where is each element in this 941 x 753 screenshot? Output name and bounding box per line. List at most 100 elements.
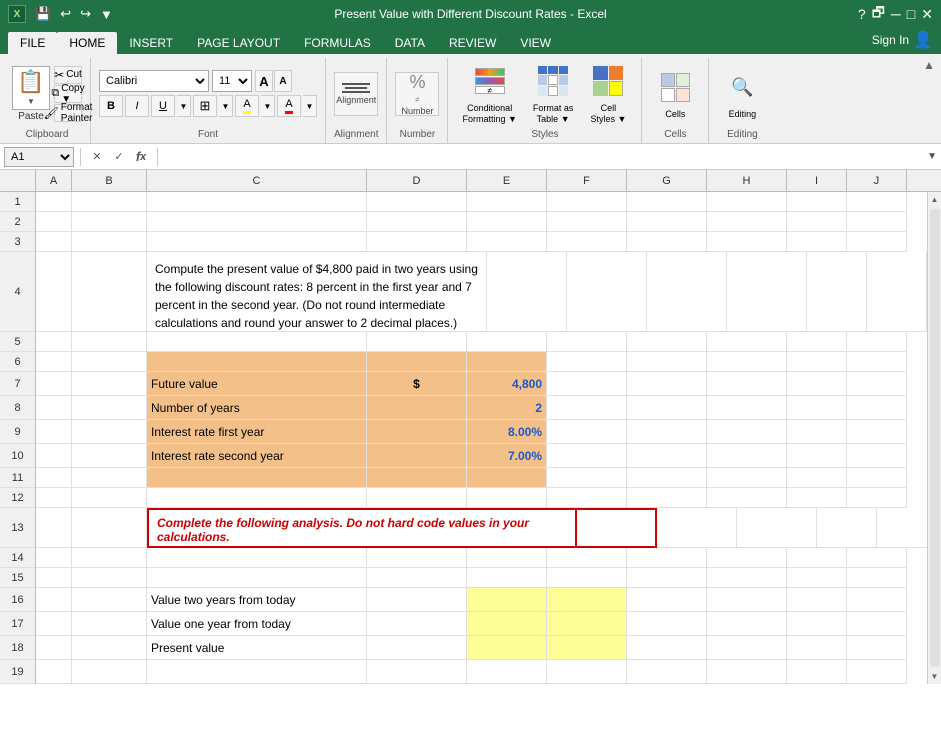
cell-d3[interactable] [367,232,467,252]
cell-g10[interactable] [627,444,707,468]
cell-j11[interactable] [847,468,907,488]
cell-j10[interactable] [847,444,907,468]
number-format-button[interactable]: % ≠ Number [395,72,439,116]
cell-e3[interactable] [467,232,547,252]
cell-c8[interactable]: Number of years [147,396,367,420]
cell-i9[interactable] [787,420,847,444]
tab-home[interactable]: HOME [57,32,117,54]
cell-f4[interactable] [567,252,647,332]
tab-data[interactable]: DATA [383,32,437,54]
cell-i10[interactable] [787,444,847,468]
cut-button[interactable]: ✂Cut [54,66,82,84]
save-button[interactable]: 💾 [32,5,54,23]
cell-b9[interactable] [72,420,147,444]
cell-i17[interactable] [787,612,847,636]
cell-c3[interactable] [147,232,367,252]
row-num-11[interactable]: 11 [0,468,35,488]
borders-button[interactable]: ⊞ [193,95,217,117]
cell-h6[interactable] [707,352,787,372]
font-color-button[interactable]: A [277,95,301,117]
cell-f14[interactable] [547,548,627,568]
cell-e14[interactable] [467,548,547,568]
maximize-button[interactable]: □ [907,6,915,22]
cell-a15[interactable] [36,568,72,588]
cell-g12[interactable] [627,488,707,508]
row-num-13[interactable]: 13 [0,508,35,548]
collapse-ribbon-button[interactable]: ▲ [923,58,935,72]
underline-button[interactable]: U [151,95,175,117]
cell-g4[interactable] [647,252,727,332]
cell-a19[interactable] [36,660,72,684]
cell-i18[interactable] [787,636,847,660]
cell-g17[interactable] [627,612,707,636]
cell-g1[interactable] [627,192,707,212]
cell-b6[interactable] [72,352,147,372]
cell-c4[interactable]: Compute the present value of $4,800 paid… [147,252,487,332]
cell-h13[interactable] [737,508,817,548]
cell-b16[interactable] [72,588,147,612]
cell-d16[interactable] [367,588,467,612]
cell-j16[interactable] [847,588,907,612]
row-num-16[interactable]: 16 [0,588,35,612]
cell-a6[interactable] [36,352,72,372]
cell-h9[interactable] [707,420,787,444]
cell-i11[interactable] [787,468,847,488]
cell-f1[interactable] [547,192,627,212]
cell-i14[interactable] [787,548,847,568]
row-num-12[interactable]: 12 [0,488,35,508]
cell-c14[interactable] [147,548,367,568]
cell-d6[interactable] [367,352,467,372]
cell-b17[interactable] [72,612,147,636]
cell-e9[interactable]: 8.00% [467,420,547,444]
cell-h4[interactable] [727,252,807,332]
cell-e2[interactable] [467,212,547,232]
cell-c19[interactable] [147,660,367,684]
row-num-19[interactable]: 19 [0,660,35,684]
alignment-button[interactable]: Alignment [334,72,378,116]
cell-c17[interactable]: Value one year from today [147,612,367,636]
cell-d2[interactable] [367,212,467,232]
cell-j2[interactable] [847,212,907,232]
format-as-table-button[interactable]: Format asTable ▼ [527,58,580,129]
cell-b14[interactable] [72,548,147,568]
cell-b2[interactable] [72,212,147,232]
cell-b15[interactable] [72,568,147,588]
col-header-g[interactable]: G [627,170,707,191]
cell-g9[interactable] [627,420,707,444]
cell-e5[interactable] [467,332,547,352]
cell-f19[interactable] [547,660,627,684]
cell-a1[interactable] [36,192,72,212]
underline-dropdown[interactable]: ▼ [177,95,191,117]
cell-a16[interactable] [36,588,72,612]
borders-dropdown[interactable]: ▼ [219,95,233,117]
cell-i15[interactable] [787,568,847,588]
cell-d14[interactable] [367,548,467,568]
cell-h11[interactable] [707,468,787,488]
cell-i7[interactable] [787,372,847,396]
cell-h18[interactable] [707,636,787,660]
cell-b19[interactable] [72,660,147,684]
cell-c9[interactable]: Interest rate first year [147,420,367,444]
scroll-down-button[interactable]: ▼ [928,669,941,684]
cell-b10[interactable] [72,444,147,468]
row-num-7[interactable]: 7 [0,372,35,396]
conditional-formatting-button[interactable]: ≠ ConditionalFormatting ▼ [456,58,522,129]
cell-e18[interactable] [467,636,547,660]
cell-d15[interactable] [367,568,467,588]
cell-g8[interactable] [627,396,707,420]
expand-formula-button[interactable]: ▼ [927,151,937,162]
cell-j15[interactable] [847,568,907,588]
cell-g16[interactable] [627,588,707,612]
cell-a8[interactable] [36,396,72,420]
cell-j1[interactable] [847,192,907,212]
cell-g5[interactable] [627,332,707,352]
cell-a12[interactable] [36,488,72,508]
cells-button[interactable]: Cells [650,64,700,123]
cell-f8[interactable] [547,396,627,420]
row-num-4[interactable]: 4 [0,252,35,332]
cell-c6[interactable] [147,352,367,372]
cell-h14[interactable] [707,548,787,568]
cell-i6[interactable] [787,352,847,372]
tab-insert[interactable]: INSERT [117,32,185,54]
cell-f18[interactable] [547,636,627,660]
